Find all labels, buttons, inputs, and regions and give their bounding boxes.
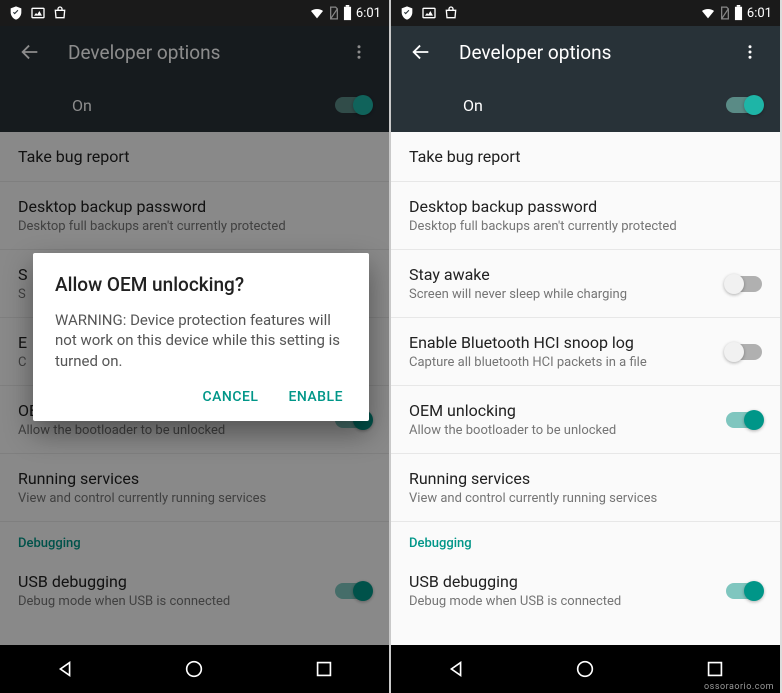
list-item-bug[interactable]: Take bug report [391,132,780,182]
no-sim-icon [720,5,730,21]
shop-icon [443,5,459,21]
phone-left-dialog: 6:01 Developer options On Take bug repor… [0,0,391,693]
master-toggle-row[interactable]: On [391,78,780,132]
phone-right: 6:01 Developer options On Take bug repor… [391,0,780,693]
shield-icon [399,5,415,21]
battery-icon [343,5,352,21]
status-bar: 6:01 [391,0,780,26]
list-item-running[interactable]: Running services View and control curren… [391,454,780,522]
image-icon [30,5,46,21]
watermark: ossoraorio.com [704,682,774,692]
shop-icon [52,5,68,21]
section-debugging: Debugging [391,522,780,557]
navigation-bar [0,645,389,693]
master-toggle-label: On [463,96,483,115]
nav-back-button[interactable] [426,649,486,689]
image-icon [421,5,437,21]
nav-back-button[interactable] [35,649,95,689]
page-title: Developer options [443,41,728,64]
list-item-backup[interactable]: Desktop backup password Desktop full bac… [391,182,780,250]
nav-home-button[interactable] [164,649,224,689]
back-button[interactable] [399,30,443,74]
nav-home-button[interactable] [555,649,615,689]
stay-awake-toggle[interactable] [726,276,762,292]
wifi-icon [700,5,716,21]
overflow-menu-button[interactable] [728,30,772,74]
oem-confirm-dialog: Allow OEM unlocking? WARNING: Device pro… [33,253,369,421]
status-time: 6:01 [356,6,381,21]
enable-button[interactable]: ENABLE [288,389,343,405]
oem-toggle[interactable] [726,412,762,428]
app-bar: Developer options [391,26,780,78]
status-bar: 6:01 [0,0,389,26]
list-item-oem[interactable]: OEM unlocking Allow the bootloader to be… [391,386,780,454]
settings-list: Take bug report Desktop backup password … [391,132,780,645]
nav-recents-button[interactable] [294,649,354,689]
shield-icon [8,5,24,21]
status-time: 6:01 [747,6,772,21]
wifi-icon [309,5,325,21]
hci-toggle[interactable] [726,344,762,360]
list-item-stay-awake[interactable]: Stay awake Screen will never sleep while… [391,250,780,318]
list-item-hci[interactable]: Enable Bluetooth HCI snoop log Capture a… [391,318,780,386]
no-sim-icon [329,5,339,21]
battery-icon [734,5,743,21]
list-item-usb[interactable]: USB debugging Debug mode when USB is con… [391,557,780,624]
usb-toggle[interactable] [726,583,762,599]
master-toggle[interactable] [726,97,762,113]
dialog-title: Allow OEM unlocking? [55,273,347,296]
cancel-button[interactable]: CANCEL [202,389,258,405]
dialog-body: WARNING: Device protection features will… [55,310,347,371]
